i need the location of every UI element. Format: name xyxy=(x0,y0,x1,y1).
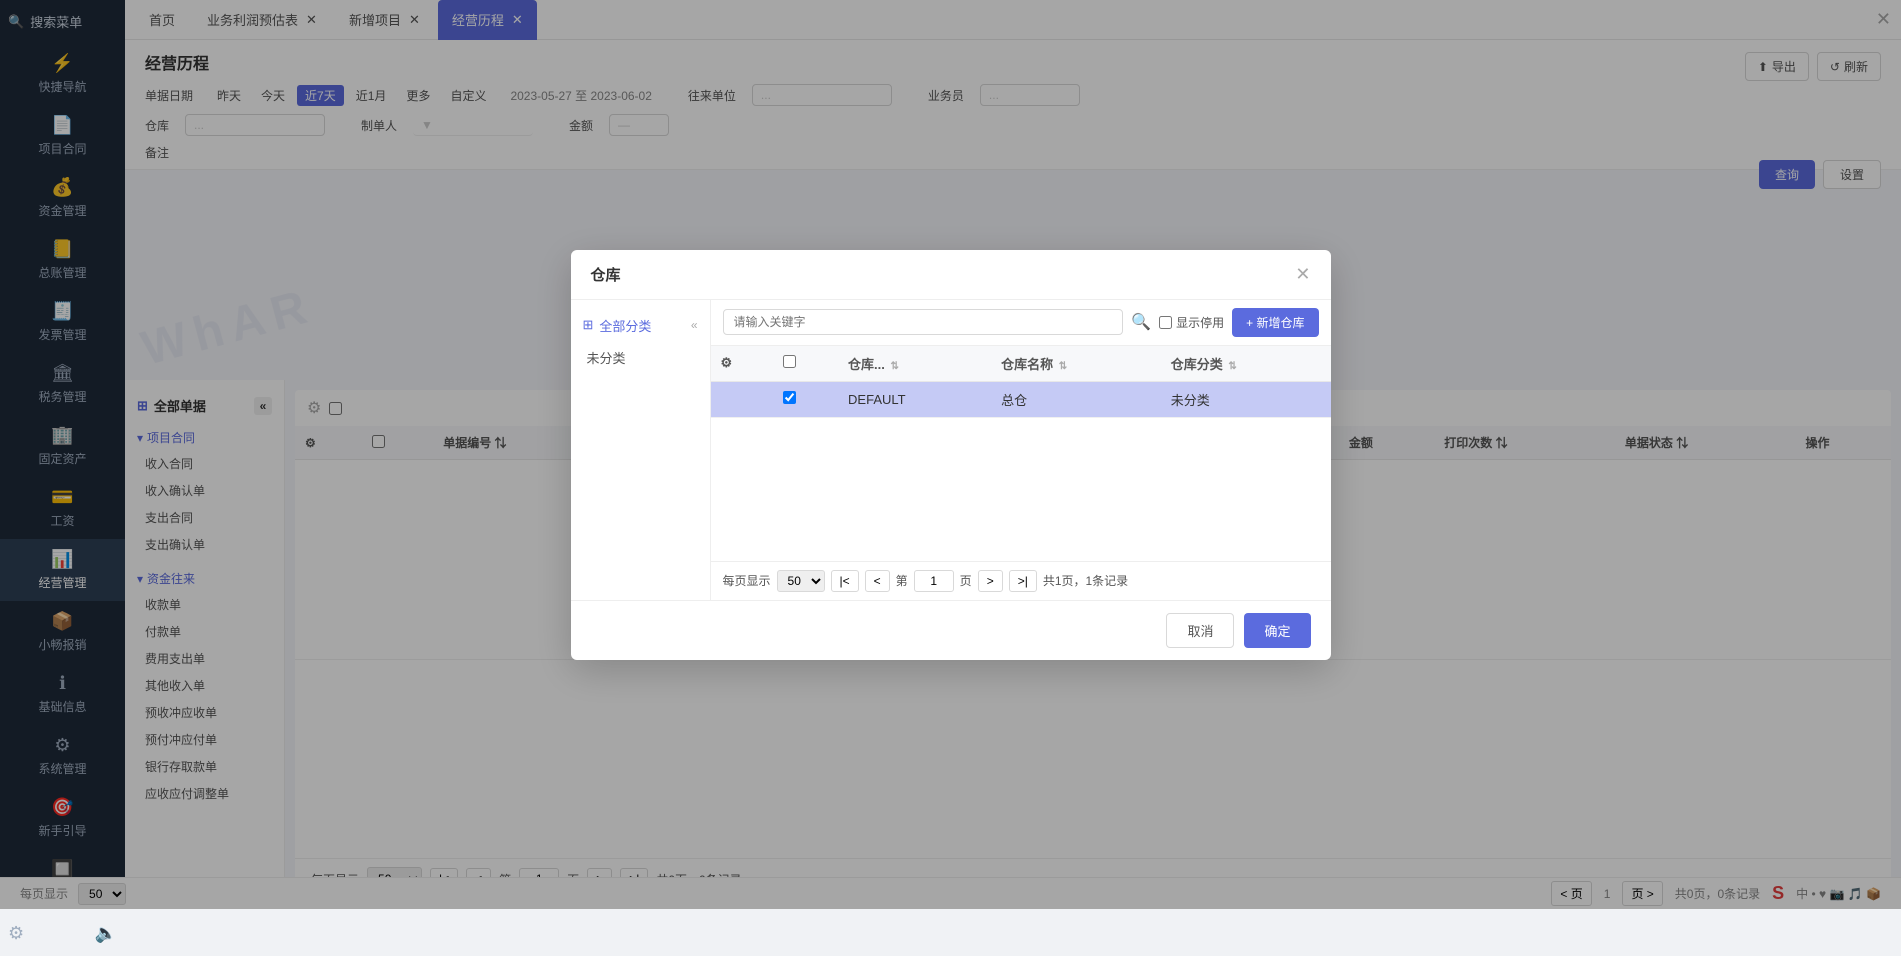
cancel-button[interactable]: 取消 xyxy=(1166,613,1234,648)
modal-col-code[interactable]: 仓库... ⇅ xyxy=(838,346,991,382)
modal-header: 仓库 ✕ xyxy=(571,250,1331,300)
modal-col-name[interactable]: 仓库名称 ⇅ xyxy=(991,346,1161,382)
row-category: 未分类 xyxy=(1161,381,1331,417)
confirm-button[interactable]: 确定 xyxy=(1244,613,1310,648)
modal-footer: 取消 确定 xyxy=(571,600,1331,660)
show-disabled-checkbox[interactable] xyxy=(1159,316,1172,329)
modal-page-suffix: 页 xyxy=(960,572,972,589)
modal-page-size-label: 每页显示 xyxy=(723,572,771,589)
row-checkbox xyxy=(773,381,838,417)
modal-search-input[interactable] xyxy=(723,309,1124,335)
sidebar-bottom: ⚙ 🔈 xyxy=(0,911,125,956)
modal-right-panel: 🔍 显示停用 + 新增仓库 ⚙ 仓库... ⇅ xyxy=(711,300,1331,600)
modal-category-unclassified[interactable]: 未分类 xyxy=(571,341,710,374)
modal-prev-page[interactable]: < xyxy=(865,570,890,592)
table-row[interactable]: DEFAULT 总仓 未分类 xyxy=(711,381,1331,417)
add-warehouse-button[interactable]: + 新增仓库 xyxy=(1232,308,1318,337)
modal-search-button[interactable]: 🔍 xyxy=(1131,312,1151,332)
modal-body: ⊞ 全部分类 « 未分类 🔍 显示停用 + 新增仓库 xyxy=(571,300,1331,600)
row-name: 总仓 xyxy=(991,381,1161,417)
modal-last-page[interactable]: >| xyxy=(1009,570,1037,592)
modal-next-page[interactable]: > xyxy=(978,570,1003,592)
modal-warehouse-table: ⚙ 仓库... ⇅ 仓库名称 ⇅ 仓库分类 ⇅ DEFAU xyxy=(711,346,1331,418)
row-select-checkbox[interactable] xyxy=(783,391,796,404)
modal-total-text: 共1页，1条记录 xyxy=(1043,572,1128,589)
modal-select-all[interactable] xyxy=(783,355,796,368)
modal-close-button[interactable]: ✕ xyxy=(1295,264,1310,285)
show-disabled-text: 显示停用 xyxy=(1176,314,1224,331)
modal-table-header-row: ⚙ 仓库... ⇅ 仓库名称 ⇅ 仓库分类 ⇅ xyxy=(711,346,1331,382)
collapse-left-btn[interactable]: « xyxy=(691,318,698,332)
modal-category-header: ⊞ 全部分类 « xyxy=(571,310,710,341)
warehouse-modal: 仓库 ✕ ⊞ 全部分类 « 未分类 🔍 xyxy=(571,250,1331,660)
modal-first-page[interactable]: |< xyxy=(831,570,859,592)
settings-icon[interactable]: ⚙ xyxy=(8,923,24,944)
modal-page-label: 第 xyxy=(896,572,908,589)
modal-title: 仓库 xyxy=(591,264,621,285)
modal-overlay: 仓库 ✕ ⊞ 全部分类 « 未分类 🔍 xyxy=(0,0,1901,909)
grid-icon: ⊞ xyxy=(583,317,594,333)
modal-page-input[interactable] xyxy=(914,570,954,592)
modal-col-category[interactable]: 仓库分类 ⇅ xyxy=(1161,346,1331,382)
modal-col-checkbox xyxy=(773,346,838,382)
modal-col-settings: ⚙ xyxy=(711,346,773,382)
modal-left-panel: ⊞ 全部分类 « 未分类 xyxy=(571,300,711,600)
show-disabled-label[interactable]: 显示停用 xyxy=(1159,314,1224,331)
speaker-icon[interactable]: 🔈 xyxy=(95,923,117,944)
modal-page-size-select[interactable]: 50 xyxy=(777,570,825,592)
modal-pagination: 每页显示 50 |< < 第 页 > >| 共1页，1条记录 xyxy=(711,561,1331,600)
row-settings xyxy=(711,381,773,417)
modal-table-wrapper: ⚙ 仓库... ⇅ 仓库名称 ⇅ 仓库分类 ⇅ DEFAU xyxy=(711,346,1331,561)
row-code: DEFAULT xyxy=(838,381,991,417)
modal-toolbar: 🔍 显示停用 + 新增仓库 xyxy=(711,300,1331,346)
category-label: 全部分类 xyxy=(599,316,651,335)
